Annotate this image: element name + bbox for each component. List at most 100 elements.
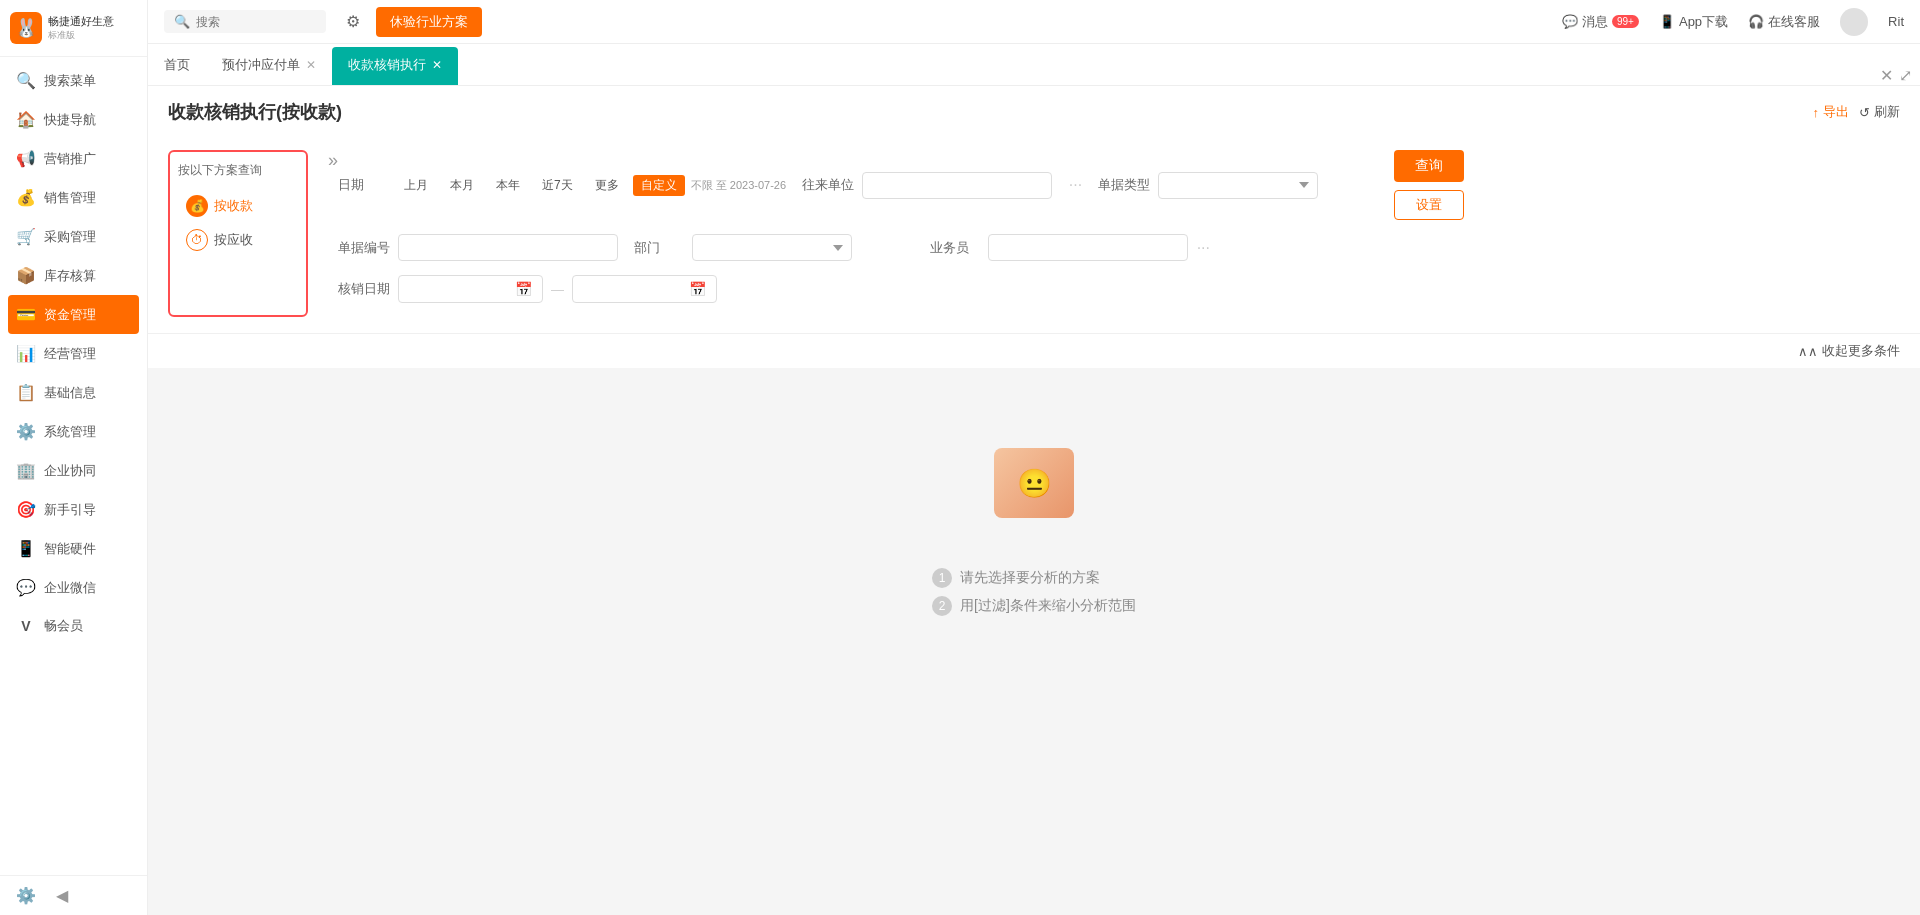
sidebar-item-enterprise[interactable]: 🏢 企业协同 <box>0 451 147 490</box>
wecom-icon: 💬 <box>16 578 36 597</box>
close-tab-btn[interactable]: ✕ <box>1880 66 1893 85</box>
staff-input[interactable] <box>988 234 1188 261</box>
search-input[interactable] <box>196 15 316 29</box>
settings-button[interactable]: 设置 <box>1394 190 1464 220</box>
writeoff-date-end-input[interactable]: 2023-07-21 <box>583 282 683 297</box>
date-btn-more[interactable]: 更多 <box>587 175 627 196</box>
maximize-tab-btn[interactable]: ⤢ <box>1899 66 1912 85</box>
settings-footer-icon[interactable]: ⚙️ <box>16 886 36 905</box>
writeoff-date-start-box[interactable]: 2023-03-01 📅 <box>398 275 543 303</box>
bill-type-group: 单据类型 <box>1098 172 1378 199</box>
sidebar-item-system[interactable]: ⚙️ 系统管理 <box>0 412 147 451</box>
sidebar-item-label: 库存核算 <box>44 267 96 285</box>
online-service-action[interactable]: 🎧 在线客服 <box>1748 13 1820 31</box>
sidebar-item-smart-hw[interactable]: 📱 智能硬件 <box>0 529 147 568</box>
sidebar-item-sales[interactable]: 💰 销售管理 <box>0 178 147 217</box>
collapse-more-conditions[interactable]: ∧∧ 收起更多条件 <box>148 333 1920 368</box>
sidebar-item-label: 系统管理 <box>44 423 96 441</box>
sidebar-item-quick-nav[interactable]: 🏠 快捷导航 <box>0 100 147 139</box>
department-select[interactable] <box>692 234 852 261</box>
member-icon: V <box>16 618 36 634</box>
empty-state: 😐 1 请先选择要分析的方案 2 用[过滤]条件来缩小分析范围 <box>148 368 1920 696</box>
header-actions: 💬 消息 99+ 📱 App下载 🎧 在线客服 Rit <box>1562 8 1904 36</box>
system-icon: ⚙️ <box>16 422 36 441</box>
writeoff-date-start-input[interactable]: 2023-03-01 <box>409 282 509 297</box>
page-title: 收款核销执行(按收款) <box>168 100 342 124</box>
sidebar-item-guide[interactable]: 🎯 新手引导 <box>0 490 147 529</box>
date-btn-custom[interactable]: 自定义 <box>633 175 685 196</box>
app-name: 畅捷通好生意 <box>48 14 114 28</box>
bill-type-label: 单据类型 <box>1098 176 1150 194</box>
quick-nav-icon: 🏠 <box>16 110 36 129</box>
counterparty-group: 往来单位 ··· <box>802 172 1082 199</box>
bill-no-input[interactable] <box>398 234 618 261</box>
filter-sidebar-title: 按以下方案查询 <box>178 162 298 179</box>
tab-prepay[interactable]: 预付冲应付单 ✕ <box>206 47 332 85</box>
empty-illustration: 😐 <box>974 448 1094 548</box>
date-btn-7days[interactable]: 近7天 <box>534 175 581 196</box>
counterparty-input[interactable] <box>862 172 1052 199</box>
export-button[interactable]: ↑ 导出 <box>1813 103 1850 121</box>
date-filter-group: 日期 上月 本月 本年 近7天 更多 自定义 不限 至 2023-07-26 <box>338 175 786 196</box>
bill-no-group: 单据编号 <box>338 234 618 261</box>
staff-dots[interactable]: ··· <box>1196 239 1210 257</box>
sidebar-item-search-menu[interactable]: 🔍 搜索菜单 <box>0 61 147 100</box>
filter-option-by-receipt[interactable]: 💰 按收款 <box>178 189 298 223</box>
department-group: 部门 <box>634 234 914 261</box>
bill-type-select[interactable] <box>1158 172 1318 199</box>
sidebar-item-member[interactable]: V 畅会员 <box>0 607 147 645</box>
sidebar-item-label: 快捷导航 <box>44 111 96 129</box>
logo-icon: 🐰 <box>10 12 42 44</box>
date-label: 日期 <box>338 176 388 194</box>
counterparty-dots[interactable]: ··· <box>1060 176 1082 194</box>
writeoff-date-end-box[interactable]: 2023-07-21 📅 <box>572 275 717 303</box>
gear-icon[interactable]: ⚙ <box>346 12 360 31</box>
app-download-label: App下载 <box>1679 13 1728 31</box>
calendar-start-icon[interactable]: 📅 <box>515 281 532 297</box>
date-range-hint: 不限 至 2023-07-26 <box>691 178 786 193</box>
sidebar-item-marketing[interactable]: 📢 营销推广 <box>0 139 147 178</box>
main-area: 🔍 ⚙ 休验行业方案 💬 消息 99+ 📱 App下载 🎧 在线客服 Rit <box>148 0 1920 915</box>
tab-receipt-writeoff[interactable]: 收款核销执行 ✕ <box>332 47 458 85</box>
date-btn-last-month[interactable]: 上月 <box>396 175 436 196</box>
refresh-label: 刷新 <box>1874 103 1900 121</box>
date-separator: — <box>551 282 564 297</box>
user-avatar[interactable] <box>1840 8 1868 36</box>
date-btn-this-year[interactable]: 本年 <box>488 175 528 196</box>
filter-form: 日期 上月 本月 本年 近7天 更多 自定义 不限 至 2023-07-26 <box>338 150 1900 317</box>
calendar-end-icon[interactable]: 📅 <box>689 281 706 297</box>
by-receipt-icon: 💰 <box>186 195 208 217</box>
department-label: 部门 <box>634 239 684 257</box>
refresh-button[interactable]: ↺ 刷新 <box>1859 103 1900 121</box>
empty-box-face: 😐 <box>1017 467 1052 500</box>
collapse-sidebar-icon[interactable]: ◀ <box>56 886 68 905</box>
sidebar-item-finance[interactable]: 💳 资金管理 <box>8 295 139 334</box>
tab-bar-actions: ✕ ⤢ <box>1880 66 1920 85</box>
sidebar-item-basic-info[interactable]: 📋 基础信息 <box>0 373 147 412</box>
hint-text-1: 请先选择要分析的方案 <box>960 569 1100 587</box>
inventory-icon: 📦 <box>16 266 36 285</box>
sidebar-item-label: 新手引导 <box>44 501 96 519</box>
user-name: Rit <box>1888 14 1904 29</box>
app-download-action[interactable]: 📱 App下载 <box>1659 13 1728 31</box>
sidebar-item-purchase[interactable]: 🛒 采购管理 <box>0 217 147 256</box>
marketing-icon: 📢 <box>16 149 36 168</box>
sidebar-item-inventory[interactable]: 📦 库存核算 <box>0 256 147 295</box>
filter-collapse-btn[interactable]: » <box>328 150 338 317</box>
messages-action[interactable]: 💬 消息 99+ <box>1562 13 1639 31</box>
query-button[interactable]: 查询 <box>1394 150 1464 182</box>
solution-button[interactable]: 休验行业方案 <box>376 7 482 37</box>
filter-option-by-receivable[interactable]: ⏱ 按应收 <box>178 223 298 257</box>
tab-prepay-label: 预付冲应付单 <box>222 56 300 74</box>
header-search-box[interactable]: 🔍 <box>164 10 326 33</box>
tab-home[interactable]: 首页 <box>148 47 206 85</box>
filter-actions: 查询 设置 <box>1394 150 1464 220</box>
sidebar-item-operation[interactable]: 📊 经营管理 <box>0 334 147 373</box>
sidebar-item-wecom[interactable]: 💬 企业微信 <box>0 568 147 607</box>
purchase-icon: 🛒 <box>16 227 36 246</box>
date-btn-this-month[interactable]: 本月 <box>442 175 482 196</box>
online-service-icon: 🎧 <box>1748 14 1764 29</box>
tab-receipt-writeoff-close[interactable]: ✕ <box>432 58 442 72</box>
tab-prepay-close[interactable]: ✕ <box>306 58 316 72</box>
tab-bar: 首页 预付冲应付单 ✕ 收款核销执行 ✕ ✕ ⤢ <box>148 44 1920 86</box>
